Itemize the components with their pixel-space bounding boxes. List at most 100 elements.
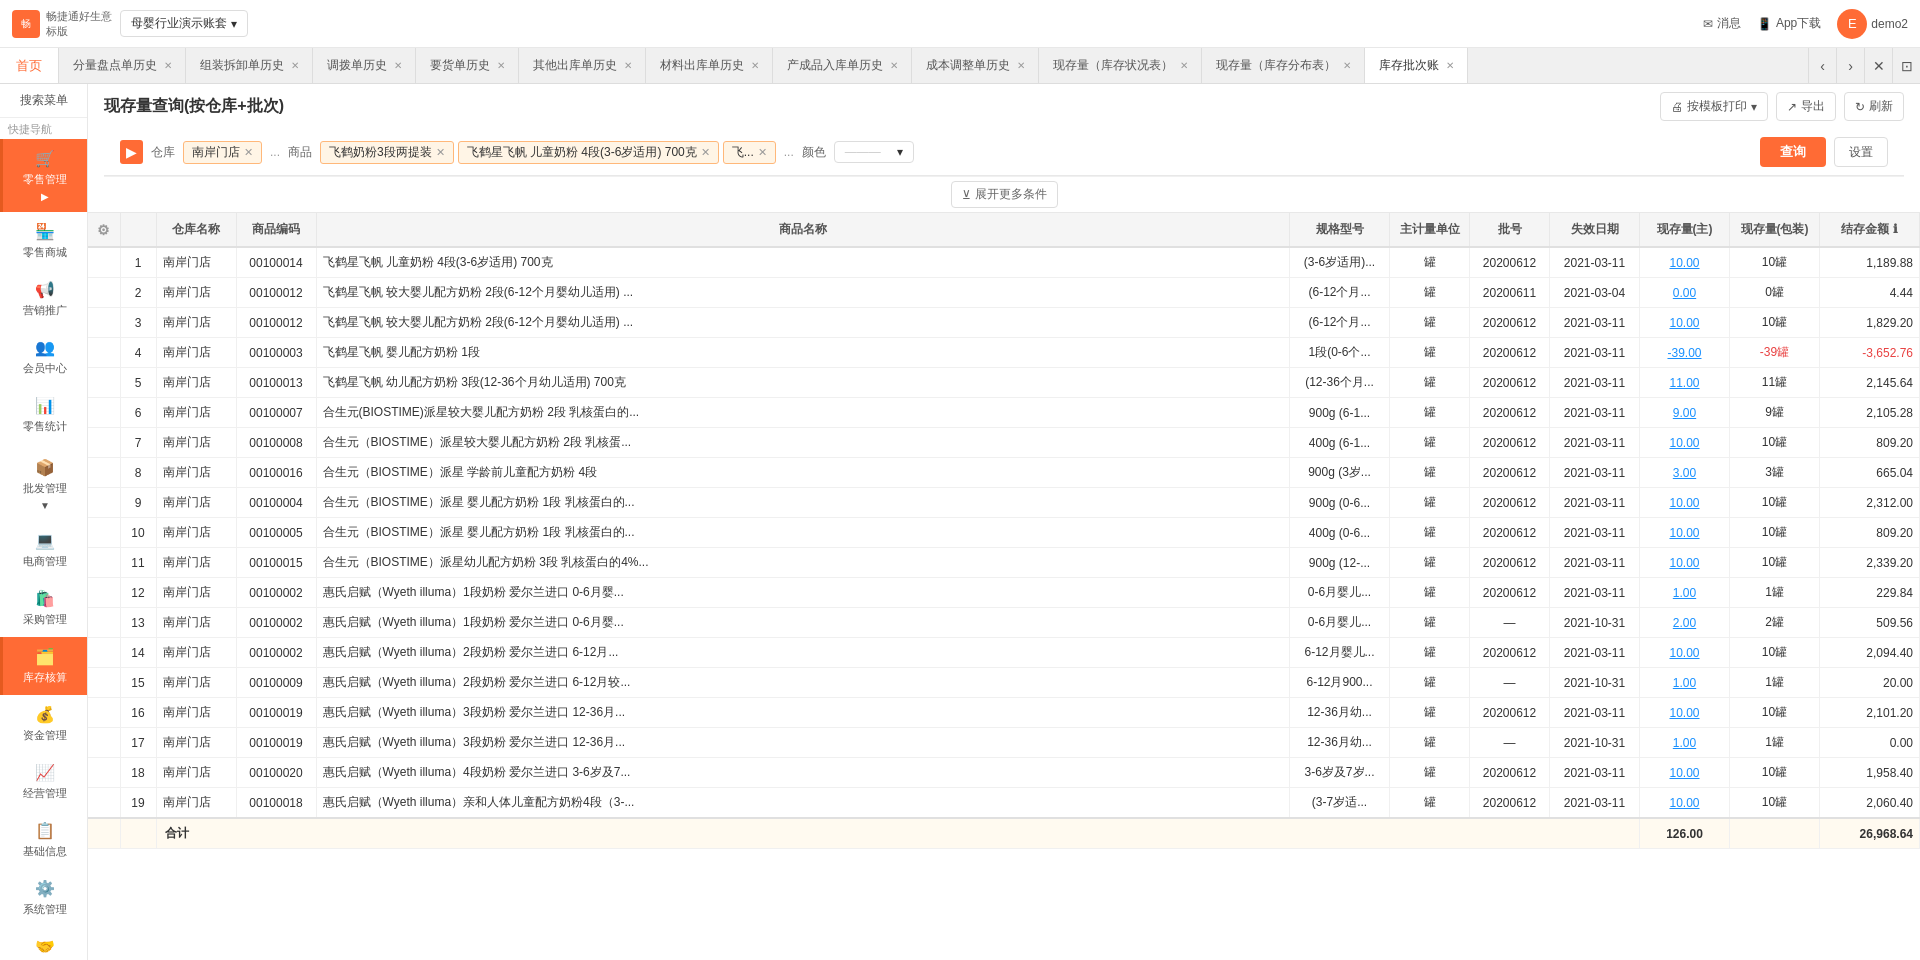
product-tag-0[interactable]: 飞鹤奶粉3段两提装 ✕ [320,141,454,164]
row-name: 合生元（BIOSTIME）派星幼儿配方奶粉 3段 乳核蛋白的4%... [316,548,1290,578]
tab-item-3[interactable]: 要货单历史 ✕ [416,48,519,83]
sidebar-item-inventory[interactable]: 🗂️ 库存核算 [0,637,87,695]
user-profile[interactable]: E demo2 [1837,9,1908,39]
row-qty-main[interactable]: 2.00 [1640,608,1730,638]
tab-maximize-btn[interactable]: ⊡ [1892,48,1920,84]
tab-item-9[interactable]: 现存量（库存分布表） ✕ [1202,48,1365,83]
tab-close-3[interactable]: ✕ [494,59,508,73]
tab-close-all-btn[interactable]: ✕ [1864,48,1892,84]
row-balance: 4.44 [1820,278,1920,308]
row-spec: 900g (6-1... [1290,398,1390,428]
product-tag-1[interactable]: 飞鹤星飞帆 儿童奶粉 4段(3-6岁适用) 700克 ✕ [458,141,719,164]
sidebar-item-ecommerce[interactable]: 💻 电商管理 [0,521,87,579]
messages-btn[interactable]: ✉ 消息 [1703,15,1741,32]
row-qty-main[interactable]: 1.00 [1640,728,1730,758]
row-balance: 809.20 [1820,518,1920,548]
row-qty-main[interactable]: 1.00 [1640,578,1730,608]
tab-item-6[interactable]: 产成品入库单历史 ✕ [773,48,912,83]
row-qty-main[interactable]: 0.00 [1640,278,1730,308]
row-qty-main[interactable]: 10.00 [1640,548,1730,578]
sidebar-item-finance[interactable]: 💰 资金管理 [0,695,87,753]
tab-home[interactable]: 首页 [0,48,59,83]
row-qty-main[interactable]: 3.00 [1640,458,1730,488]
sidebar-search-btn[interactable]: 搜索菜单 [0,84,87,118]
tab-close-4[interactable]: ✕ [621,59,635,73]
tab-item-5[interactable]: 材料出库单历史 ✕ [646,48,773,83]
product-tag-0-close[interactable]: ✕ [436,146,445,159]
row-qty-main[interactable]: 10.00 [1640,638,1730,668]
export-btn[interactable]: ↗ 导出 [1776,92,1836,121]
sidebar-item-retail-mall[interactable]: 🏪 零售商城 [0,212,87,270]
color-filter-dropdown[interactable]: ——— ▾ [834,141,914,163]
sidebar-item-retail-stats[interactable]: 📊 零售统计 [0,386,87,444]
filter-expand-btn[interactable]: ▶ [120,140,143,164]
sidebar-item-retail-mgmt[interactable]: 🛒 零售管理 ▶ [0,139,87,212]
row-batch: 20200612 [1470,698,1550,728]
row-settings-cell [88,308,120,338]
sidebar-item-basic-info[interactable]: 📋 基础信息 [0,811,87,869]
tab-close-8[interactable]: ✕ [1177,59,1191,73]
print-btn[interactable]: 🖨 按模板打印 ▾ [1660,92,1768,121]
row-name: 惠氏启赋（Wyeth illuma）4段奶粉 爱尔兰进口 3-6岁及7... [316,758,1290,788]
app-download-btn[interactable]: 📱 App下载 [1757,15,1821,32]
tab-item-0[interactable]: 分量盘点单历史 ✕ [59,48,186,83]
retail-mall-icon: 🏪 [35,222,55,241]
row-spec: 6-12月婴儿... [1290,638,1390,668]
tab-item-4[interactable]: 其他出库单历史 ✕ [519,48,646,83]
tab-close-5[interactable]: ✕ [748,59,762,73]
tab-close-9[interactable]: ✕ [1340,59,1354,73]
warehouse-tag-group: 南岸门店 ✕ [183,141,262,164]
table-settings-icon[interactable]: ⚙ [97,222,110,238]
settings-btn[interactable]: 设置 [1834,137,1888,167]
tab-close-0[interactable]: ✕ [161,59,175,73]
tab-item-8[interactable]: 现存量（库存状况表） ✕ [1039,48,1202,83]
sidebar-item-label: 会员中心 [23,361,67,376]
row-qty-main[interactable]: 10.00 [1640,247,1730,278]
warehouse-tag[interactable]: 南岸门店 ✕ [183,141,262,164]
row-qty-main[interactable]: 10.00 [1640,428,1730,458]
sidebar-item-wholesale[interactable]: 📦 批发管理 ▼ [0,448,87,521]
row-settings-cell [88,338,120,368]
sidebar-item-operations[interactable]: 📈 经营管理 [0,753,87,811]
org-selector[interactable]: 母婴行业演示账套 ▾ [120,10,248,37]
row-qty-main[interactable]: 9.00 [1640,398,1730,428]
sidebar-item-member-center[interactable]: 👥 会员中心 [0,328,87,386]
query-btn[interactable]: 查询 [1760,137,1826,167]
row-qty-main[interactable]: 1.00 [1640,668,1730,698]
page-actions: 🖨 按模板打印 ▾ ↗ 导出 ↻ 刷新 [1660,92,1904,121]
tab-next-btn[interactable]: › [1836,48,1864,84]
table-row: 14 南岸门店 00100002 惠氏启赋（Wyeth illuma）2段奶粉 … [88,638,1920,668]
tab-item-2[interactable]: 调拨单历史 ✕ [313,48,416,83]
expand-more-btn[interactable]: ⊻ 展开更多条件 [951,181,1058,208]
table-row: 8 南岸门店 00100016 合生元（BIOSTIME）派星 学龄前儿童配方奶… [88,458,1920,488]
tab-prev-btn[interactable]: ‹ [1808,48,1836,84]
tab-item-1[interactable]: 组装拆卸单历史 ✕ [186,48,313,83]
tab-close-10[interactable]: ✕ [1443,59,1457,73]
product-tag-1-close[interactable]: ✕ [701,146,710,159]
row-qty-main[interactable]: 11.00 [1640,368,1730,398]
product-tag-extra-close[interactable]: ✕ [758,146,767,159]
row-qty-main[interactable]: 10.00 [1640,488,1730,518]
product-tag-extra[interactable]: 飞... ✕ [723,141,776,164]
row-qty-main[interactable]: 10.00 [1640,758,1730,788]
sidebar-item-marketing[interactable]: 📢 营销推广 [0,270,87,328]
row-qty-main[interactable]: 10.00 [1640,518,1730,548]
row-code: 00100014 [236,247,316,278]
warehouse-tag-close[interactable]: ✕ [244,146,253,159]
tab-item-10[interactable]: 库存批次账 ✕ [1365,48,1468,83]
tab-close-7[interactable]: ✕ [1014,59,1028,73]
sidebar-item-system[interactable]: ⚙️ 系统管理 [0,869,87,927]
sidebar-item-collab[interactable]: 🤝 企业协同 [0,927,87,960]
row-qty-main[interactable]: -39.00 [1640,338,1730,368]
tab-close-1[interactable]: ✕ [288,59,302,73]
row-qty-main[interactable]: 10.00 [1640,698,1730,728]
refresh-btn[interactable]: ↻ 刷新 [1844,92,1904,121]
tab-item-7[interactable]: 成本调整单历史 ✕ [912,48,1039,83]
tab-close-6[interactable]: ✕ [887,59,901,73]
tab-close-2[interactable]: ✕ [391,59,405,73]
tab-bar: 首页 分量盘点单历史 ✕ 组装拆卸单历史 ✕ 调拨单历史 ✕ 要货单历史 ✕ 其… [0,48,1920,84]
finance-icon: 💰 [35,705,55,724]
row-qty-main[interactable]: 10.00 [1640,788,1730,819]
row-qty-main[interactable]: 10.00 [1640,308,1730,338]
sidebar-item-purchase[interactable]: 🛍️ 采购管理 [0,579,87,637]
